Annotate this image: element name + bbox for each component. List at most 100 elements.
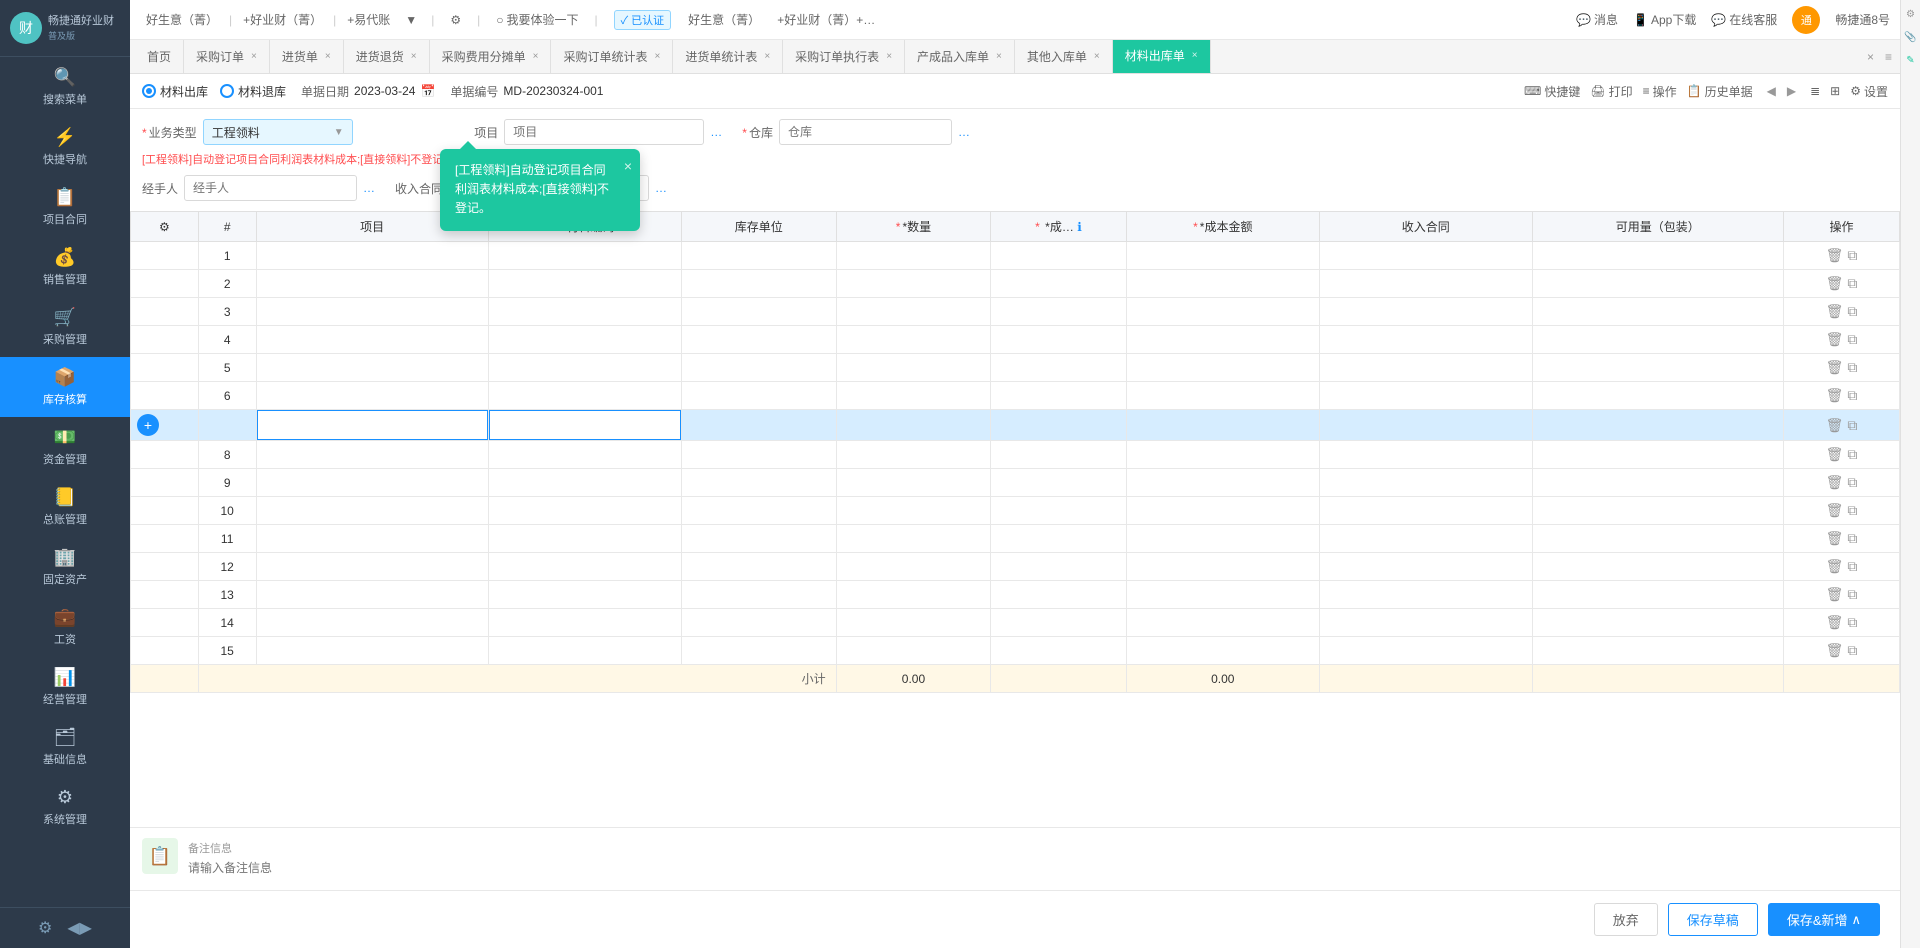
row-7-material-code[interactable] <box>488 410 681 441</box>
row-12-material-code[interactable] <box>488 553 681 581</box>
row-10-cost-amount[interactable] <box>1126 497 1319 525</box>
tab-material-outgoing[interactable]: 材料出库单 × <box>1113 40 1211 74</box>
row-8-project[interactable] <box>256 441 488 469</box>
row-6-project[interactable] <box>256 382 488 410</box>
row-2-cost-unit[interactable] <box>991 270 1126 298</box>
history-docs-btn[interactable]: 📋 历史单据 <box>1687 83 1753 100</box>
row-3-quantity[interactable] <box>836 298 991 326</box>
view-detail-btn[interactable]: ⊞ <box>1830 84 1840 98</box>
row-9-cost-unit[interactable] <box>991 469 1126 497</box>
tab-close-purchase-fee[interactable]: × <box>533 51 539 62</box>
warehouse-search-btn[interactable]: … <box>958 125 970 139</box>
row-4-warehouse-unit[interactable] <box>681 326 836 354</box>
row-2-available[interactable] <box>1532 270 1783 298</box>
right-panel-clip-btn[interactable]: 📎 <box>1902 28 1920 46</box>
row-10-warehouse-unit[interactable] <box>681 497 836 525</box>
table-settings-icon[interactable]: ⚙ <box>159 220 170 234</box>
row-5-cost-unit[interactable] <box>991 354 1126 382</box>
row-6-cost-amount[interactable] <box>1126 382 1319 410</box>
row-4-copy-btn[interactable]: ⧉ <box>1847 331 1857 348</box>
row-4-material-code[interactable] <box>488 326 681 354</box>
row-8-income-contract[interactable] <box>1319 441 1532 469</box>
tab-close-incoming-return[interactable]: × <box>411 51 417 62</box>
row-14-material-code[interactable] <box>488 609 681 637</box>
row-3-cost-amount[interactable] <box>1126 298 1319 326</box>
tab-purchase-order[interactable]: 采购订单 × <box>184 40 270 74</box>
row-14-warehouse-unit[interactable] <box>681 609 836 637</box>
row-7-cost-amount[interactable] <box>1126 410 1319 441</box>
row-1-cost-unit[interactable] <box>991 242 1126 270</box>
row-6-material-code[interactable] <box>488 382 681 410</box>
row-2-cost-amount[interactable] <box>1126 270 1319 298</box>
row-9-income-contract[interactable] <box>1319 469 1532 497</box>
row-11-cost-amount[interactable] <box>1126 525 1319 553</box>
row-5-cost-amount[interactable] <box>1126 354 1319 382</box>
row-10-material-code[interactable] <box>488 497 681 525</box>
row-12-project[interactable] <box>256 553 488 581</box>
row-2-material-code[interactable] <box>488 270 681 298</box>
row-1-material-code[interactable] <box>488 242 681 270</box>
col-settings[interactable]: ⚙ <box>131 212 199 242</box>
add-row-btn[interactable]: + <box>137 414 159 436</box>
handler-input[interactable] <box>184 175 357 201</box>
nav-good-business-2[interactable]: 好生意（菁） <box>682 8 766 31</box>
row-8-copy-btn[interactable]: ⧉ <box>1847 446 1857 463</box>
row-11-copy-btn[interactable]: ⧉ <box>1847 530 1857 547</box>
row-15-copy-btn[interactable]: ⧉ <box>1847 642 1857 659</box>
row-1-quantity[interactable] <box>836 242 991 270</box>
sidebar-item-fixed-assets[interactable]: 🏢 固定资产 <box>0 537 130 597</box>
nav-good-business[interactable]: 好生意（菁） <box>140 8 224 31</box>
tab-purchase-exec[interactable]: 采购订单执行表 × <box>783 40 905 74</box>
row-5-project[interactable] <box>256 354 488 382</box>
row-7-available[interactable] <box>1532 410 1783 441</box>
row-2-quantity[interactable] <box>836 270 991 298</box>
row-13-project[interactable] <box>256 581 488 609</box>
tab-close-material-outgoing[interactable]: × <box>1192 50 1198 61</box>
tab-close-purchase-order[interactable]: × <box>251 51 257 62</box>
sidebar-item-ledger[interactable]: 📒 总账管理 <box>0 477 130 537</box>
sidebar-item-inventory[interactable]: 📦 库存核算 <box>0 357 130 417</box>
row-8-warehouse-unit[interactable] <box>681 441 836 469</box>
row-14-income-contract[interactable] <box>1319 609 1532 637</box>
row-4-project[interactable] <box>256 326 488 354</box>
row-2-project[interactable] <box>256 270 488 298</box>
save-new-button[interactable]: 保存&新增 ∧ <box>1768 903 1880 936</box>
row-11-material-code[interactable] <box>488 525 681 553</box>
row-1-copy-btn[interactable]: ⧉ <box>1847 247 1857 264</box>
row-10-cost-unit[interactable] <box>991 497 1126 525</box>
row-15-income-contract[interactable] <box>1319 637 1532 665</box>
user-avatar[interactable]: 通 <box>1792 6 1820 34</box>
business-type-select[interactable]: 工程领料 ▼ <box>203 119 353 145</box>
row-5-available[interactable] <box>1532 354 1783 382</box>
row-12-income-contract[interactable] <box>1319 553 1532 581</box>
calendar-icon[interactable]: 📅 <box>420 84 435 98</box>
sidebar-item-finance[interactable]: 💵 资金管理 <box>0 417 130 477</box>
row-7-warehouse-unit[interactable] <box>681 410 836 441</box>
row-7-copy-btn[interactable]: ⧉ <box>1847 417 1857 434</box>
row-11-quantity[interactable] <box>836 525 991 553</box>
right-panel-edit-btn[interactable]: ✎ <box>1902 51 1920 69</box>
row-10-copy-btn[interactable]: ⧉ <box>1847 502 1857 519</box>
row-11-cost-unit[interactable] <box>991 525 1126 553</box>
next-record-btn[interactable]: ▶ <box>1783 82 1800 100</box>
sidebar-item-quick-nav[interactable]: ⚡ 快捷导航 <box>0 117 130 177</box>
income-contract-search-btn[interactable]: … <box>655 181 667 195</box>
row-5-copy-btn[interactable]: ⧉ <box>1847 359 1857 376</box>
sidebar-item-purchase[interactable]: 🛒 采购管理 <box>0 297 130 357</box>
app-download-btn[interactable]: 📱 App下载 <box>1633 11 1696 28</box>
row-7-cost-unit[interactable] <box>991 410 1126 441</box>
row-8-delete-btn[interactable]: 🗑 <box>1826 446 1844 463</box>
row-12-available[interactable] <box>1532 553 1783 581</box>
cost-info-icon[interactable]: ℹ <box>1077 220 1082 234</box>
row-7-material-code-input[interactable] <box>489 410 681 440</box>
sidebar-item-operation[interactable]: 📊 经营管理 <box>0 657 130 717</box>
row-6-delete-btn[interactable]: 🗑 <box>1826 387 1844 404</box>
row-8-material-code[interactable] <box>488 441 681 469</box>
tab-purchase-fee[interactable]: 采购费用分摊单 × <box>430 40 552 74</box>
tab-close-purchase-order-stats[interactable]: × <box>654 51 660 62</box>
row-12-quantity[interactable] <box>836 553 991 581</box>
row-1-available[interactable] <box>1532 242 1783 270</box>
row-9-warehouse-unit[interactable] <box>681 469 836 497</box>
tab-close-all-btn[interactable]: × <box>1864 47 1877 67</box>
save-draft-button[interactable]: 保存草稿 <box>1668 903 1758 936</box>
